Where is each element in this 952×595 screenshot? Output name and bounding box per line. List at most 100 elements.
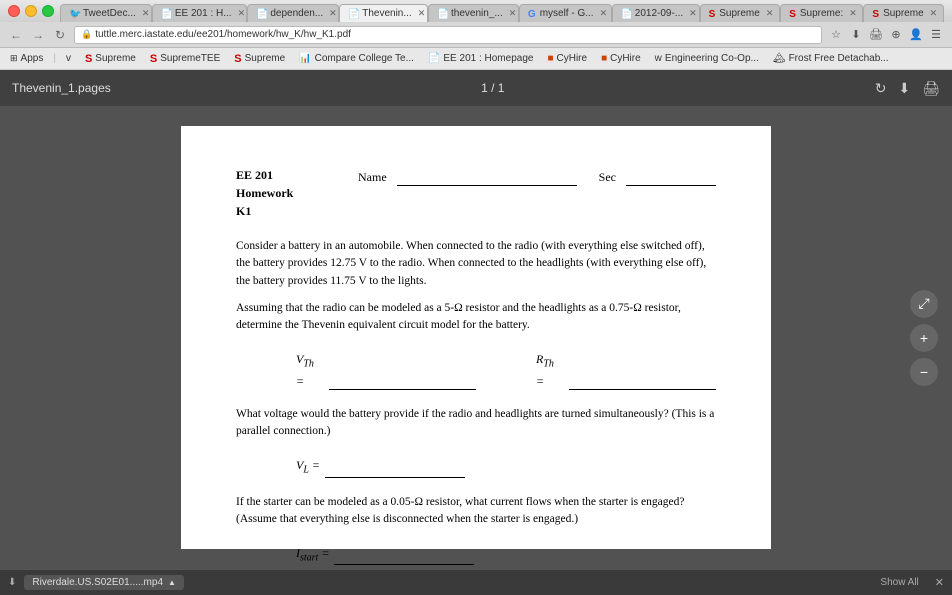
supremetee-icon: S [150,53,157,65]
minus-icon: − [920,364,928,380]
pdf-refresh-icon[interactable]: ↻ [875,80,887,97]
tab-close-icon[interactable]: ✕ [766,8,774,19]
download-item[interactable]: Riverdale.US.S02E01.....mp4 ▲ [24,575,184,590]
download-chevron-icon: ▲ [168,578,176,587]
tab-close-icon[interactable]: ✕ [329,8,337,19]
bookmark-engcoop[interactable]: w Engineering Co-Op... [651,51,763,67]
hw-header: EE 201 Homework K1 Name Sec [236,166,716,220]
tab-close-icon[interactable]: ✕ [600,8,608,19]
close-button[interactable] [8,5,20,17]
tab-2012[interactable]: 📄 2012-09-... ✕ [612,4,700,22]
fullscreen-button[interactable] [42,5,54,17]
urlbar: ← → ↻ 🔒 tuttle.merc.iastate.edu/ee201/ho… [0,22,952,48]
tab-favicon: 📄 [437,9,447,19]
pdf-print-icon[interactable]: 🖨 [922,80,940,97]
zoom-out-button[interactable]: − [910,358,938,386]
fit-to-page-button[interactable]: ⤢ [910,290,938,318]
bottom-bar: ⬇ Riverdale.US.S02E01.....mp4 ▲ Show All… [0,569,952,595]
tab-close-icon[interactable]: ✕ [238,8,246,19]
bookmark-star-icon[interactable]: ☆ [828,28,844,41]
vth-label: VTh = [296,350,324,389]
back-button[interactable]: ← [8,27,24,43]
pdf-viewer-header: Thevenin_1.pages 1 / 1 ↻ ⬇ 🖨 [0,70,952,106]
bookmark-v[interactable]: v [62,51,75,67]
titlebar: 🐦 TweetDec... ✕ 📄 EE 201 : H... ✕ 📄 depe… [0,0,952,22]
tab-close-icon[interactable]: ✕ [509,8,517,19]
pdf-page: EE 201 Homework K1 Name Sec Consider a b… [181,126,771,549]
engcoop-icon: w [655,53,662,64]
bookmark-frost[interactable]: 🏔 Frost Free Detachab... [769,51,893,67]
rth-item: RTh = [536,350,716,389]
paragraph-2: Assuming that the radio can be modeled a… [236,300,716,335]
bookmark-compare[interactable]: 📊 Compare College Te... [295,51,418,67]
pdf-title: Thevenin_1.pages [12,81,111,95]
plus-icon: + [920,330,928,346]
compare-icon: 📊 [299,53,311,64]
tab-favicon: 📄 [621,9,631,19]
tab-supreme1[interactable]: S Supreme ✕ [700,4,781,22]
bookmark-apps[interactable]: ⊞ Apps [6,51,47,67]
bookmarks-bar: ⊞ Apps | v S Supreme S SupremeTEE S Supr… [0,48,952,70]
zoom-in-button[interactable]: + [910,324,938,352]
bookmark-supreme1[interactable]: S Supreme [81,51,140,67]
bookmark-supreme2[interactable]: S Supreme [230,51,289,67]
paragraph-1: Consider a battery in an automobile. Whe… [236,238,716,290]
refresh-button[interactable]: ↻ [52,27,68,43]
tab-label: dependen... [270,8,323,19]
tab-favicon: 📄 [161,9,171,19]
user-icon[interactable]: 👤 [908,28,924,41]
pdf-download-icon[interactable]: ⬇ [898,80,910,97]
tab-close-icon[interactable]: ✕ [689,8,697,19]
print-icon[interactable]: 🖨 [868,28,884,41]
hw-title-block: EE 201 Homework K1 [236,166,298,220]
bookmark-label: Frost Free Detachab... [789,53,889,64]
close-downloads-button[interactable]: ✕ [935,576,944,589]
istart-label: Istart = [296,544,329,565]
download-icon[interactable]: ⬇ [848,28,864,41]
url-field[interactable]: 🔒 tuttle.merc.iastate.edu/ee201/homework… [74,26,822,44]
tab-tweetdeck[interactable]: 🐦 TweetDec... ✕ [60,4,152,22]
rth-field [569,376,716,390]
bookmark-cyhire2[interactable]: ■ CyHire [597,51,645,67]
menu-icon[interactable]: ☰ [928,28,944,41]
tab-label: myself - G... [540,8,594,19]
bookmark-cyhire1[interactable]: ■ CyHire [543,51,591,67]
bookmark-divider: | [53,53,56,64]
show-all-button[interactable]: Show All [880,577,918,588]
downloads-arrow-icon: ⬇ [8,577,16,588]
vl-field [325,464,465,478]
tab-dependent[interactable]: 📄 dependen... ✕ [247,4,339,22]
bookmark-label: Engineering Co-Op... [665,53,759,64]
tab-close-icon[interactable]: ✕ [930,8,938,19]
bookmark-supremetee[interactable]: S SupremeTEE [146,51,224,67]
bookmark-ee201[interactable]: 📄 EE 201 : Homepage [424,51,538,67]
tab-close-icon[interactable]: ✕ [142,8,150,19]
tab-thevenin2[interactable]: 📄 thevenin_... ✕ [428,4,519,22]
tab-supreme3[interactable]: S Supreme ✕ [863,4,944,22]
forward-button[interactable]: → [30,27,46,43]
tab-close-icon[interactable]: ✕ [849,8,857,19]
tab-supreme2[interactable]: S Supreme: ✕ [780,4,863,22]
minimize-button[interactable] [25,5,37,17]
tab-label: EE 201 : H... [175,8,232,19]
tab-myself[interactable]: G myself - G... ✕ [519,4,612,22]
lock-icon: 🔒 [81,29,92,40]
tab-label: Supreme [719,8,760,19]
name-field [397,172,577,186]
hw-subtitle: Homework K1 [236,184,298,220]
supreme-icon-1: S [85,53,92,65]
tab-thevenin[interactable]: 📄 Thevenin... ✕ [339,4,428,22]
name-label: Name [358,168,387,186]
istart-item: Istart = [296,544,474,565]
pdf-header-icons: ↻ ⬇ 🖨 [875,80,940,97]
bookmark-label: Supreme [95,53,136,64]
cyhire1-icon: ■ [547,53,553,64]
tab-label: thevenin_... [451,8,503,19]
extensions-icon[interactable]: ⊕ [888,28,904,41]
bookmark-label: Apps [21,53,44,64]
tab-label: Supreme [883,8,924,19]
tab-favicon: 📄 [348,9,358,19]
tab-close-icon[interactable]: ✕ [418,8,426,19]
sec-field [626,172,716,186]
tab-ee201h[interactable]: 📄 EE 201 : H... ✕ [152,4,247,22]
